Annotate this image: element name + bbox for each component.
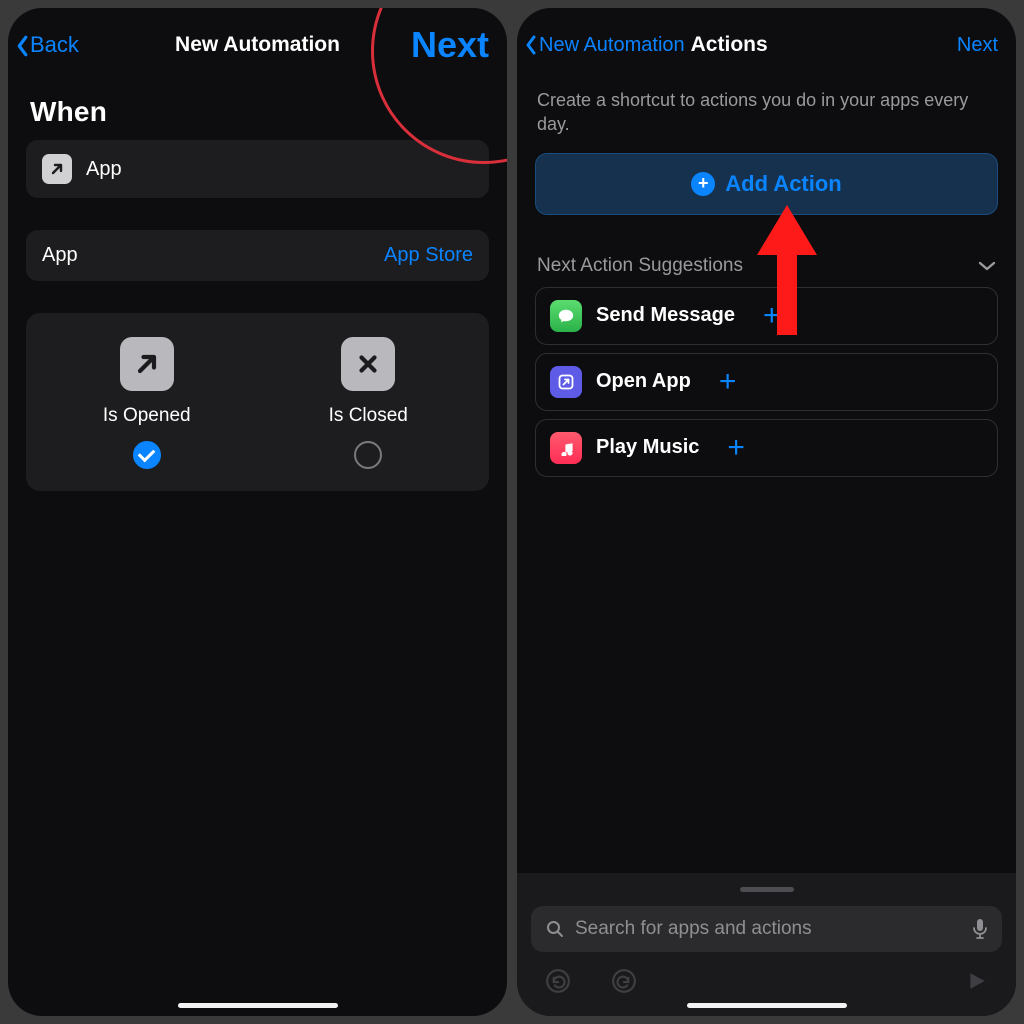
nav-title: Actions [691,33,768,57]
suggestion-label: Play Music [596,436,699,459]
toolbar [531,952,1002,994]
radio-checked-icon [133,441,161,469]
open-app-icon [550,366,582,398]
bottom-sheet: Search for apps and actions [517,873,1016,1016]
arrow-out-icon [42,154,72,184]
back-label: New Automation [539,34,685,57]
plus-icon: + [763,301,781,331]
when-condition-row[interactable]: App [26,140,489,198]
app-select-value: App Store [384,244,473,267]
sheet-grabber[interactable] [740,887,794,892]
home-indicator [178,1003,338,1008]
close-icon [341,337,395,391]
redo-icon[interactable] [611,968,637,994]
plus-circle-icon: + [691,172,715,196]
suggestions-header[interactable]: Next Action Suggestions [537,255,996,277]
next-button[interactable]: Next [411,24,499,66]
phone-left: Back New Automation Next When App App Ap… [8,8,507,1016]
phone-right: New Automation Actions Next Create a sho… [517,8,1016,1016]
next-button[interactable]: Next [957,34,1008,57]
plus-icon: + [719,367,737,397]
nav-bar: New Automation Actions Next [517,8,1016,82]
back-button[interactable]: New Automation [525,34,685,57]
actions-description: Create a shortcut to actions you do in y… [537,88,996,137]
music-icon [550,432,582,464]
option-closed-label: Is Closed [329,405,408,427]
search-field[interactable]: Search for apps and actions [531,906,1002,952]
add-action-label: Add Action [725,171,842,197]
suggestions-list: Send Message + Open App + Play M [535,287,998,477]
arrow-out-icon [120,337,174,391]
app-select-row[interactable]: App App Store [26,230,489,281]
option-is-opened[interactable]: Is Opened [36,337,258,469]
suggestion-send-message[interactable]: Send Message + [535,287,998,345]
back-button[interactable]: Back [16,32,79,58]
chevron-down-icon [978,260,996,272]
undo-icon[interactable] [545,968,571,994]
when-heading: When [30,96,489,128]
suggestion-label: Open App [596,370,691,393]
suggestion-open-app[interactable]: Open App + [535,353,998,411]
search-icon [545,919,565,939]
plus-icon: + [727,433,745,463]
home-indicator [687,1003,847,1008]
search-placeholder: Search for apps and actions [575,918,812,940]
option-is-closed[interactable]: Is Closed [258,337,480,469]
suggestions-title: Next Action Suggestions [537,255,743,277]
suggestion-play-music[interactable]: Play Music + [535,419,998,477]
play-icon[interactable] [966,970,988,992]
trigger-options-card: Is Opened Is Closed [26,313,489,491]
radio-unchecked-icon [354,441,382,469]
mic-icon[interactable] [972,918,988,940]
chevron-left-icon [16,35,28,55]
nav-bar: Back New Automation Next [8,8,507,82]
add-action-button[interactable]: + Add Action [535,153,998,215]
when-condition-label: App [86,158,122,181]
app-select-label: App [42,244,78,267]
suggestion-label: Send Message [596,304,735,327]
back-label: Back [30,32,79,58]
chevron-left-icon [525,35,537,55]
option-opened-label: Is Opened [103,405,191,427]
message-icon [550,300,582,332]
